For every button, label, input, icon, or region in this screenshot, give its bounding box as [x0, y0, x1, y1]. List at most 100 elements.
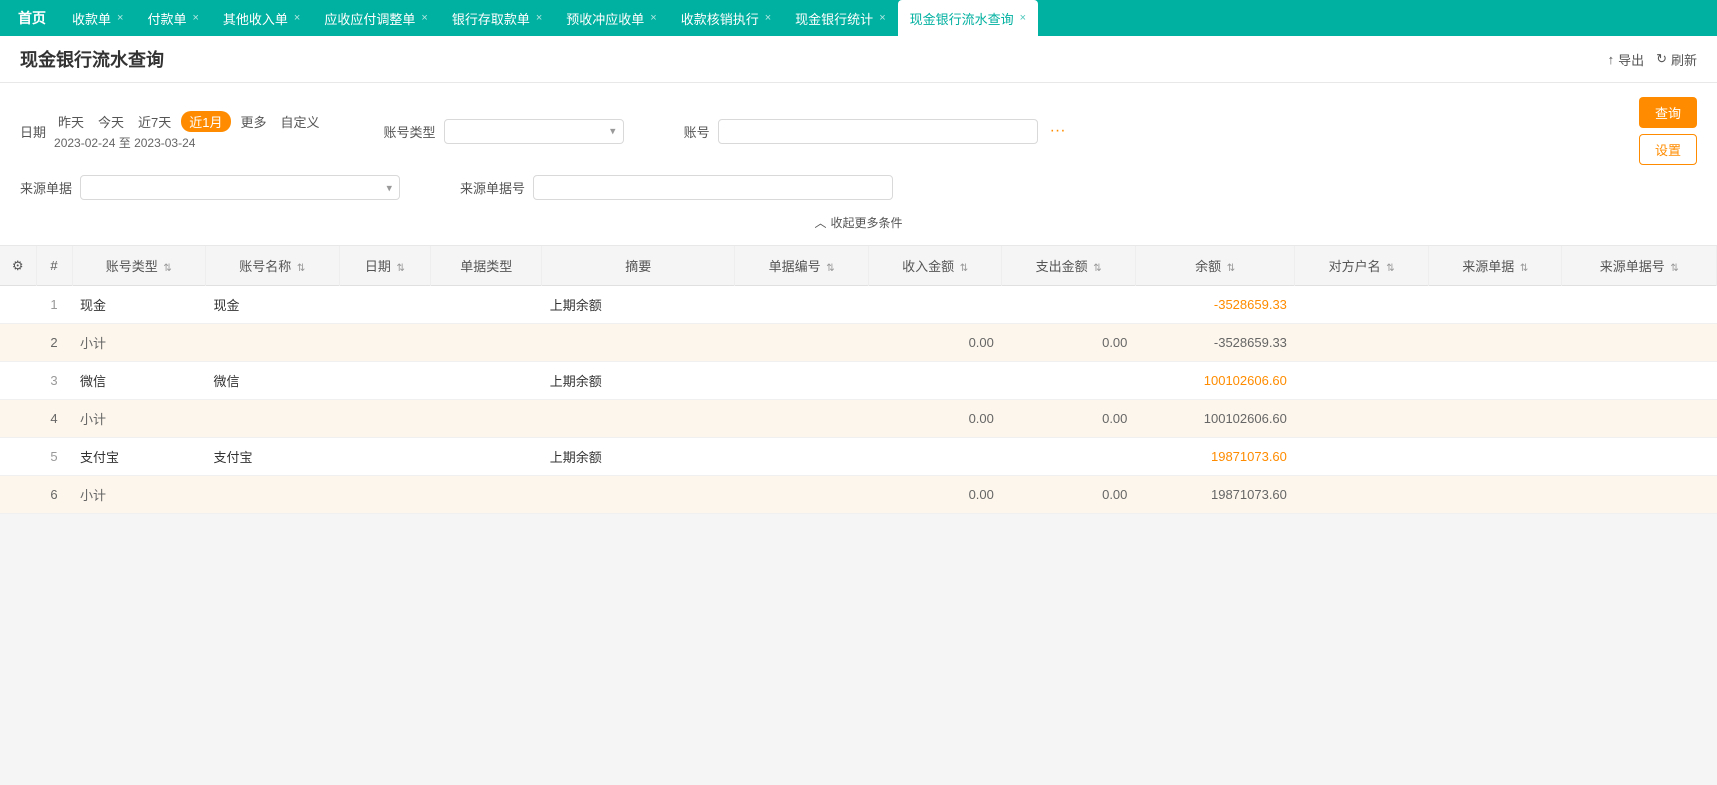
row-expense	[1002, 362, 1136, 400]
row-gear	[0, 324, 36, 362]
date-opt-7days[interactable]: 近7天	[134, 111, 175, 132]
row-index: 1	[36, 286, 72, 324]
table-header-row: ⚙ # 账号类型 ⇅ 账号名称 ⇅ 日期 ⇅ 单据类型 摘要 单据编号 ⇅ 收入…	[0, 246, 1717, 286]
row-counterparty	[1295, 476, 1429, 514]
row-source-doc	[1428, 362, 1562, 400]
nav-tab-收款核销执行[interactable]: 收款核销执行 ×	[669, 0, 783, 36]
export-icon: ↑	[1608, 52, 1615, 67]
source-doc-label: 来源单据	[20, 178, 72, 197]
row-date	[339, 362, 431, 400]
nav-tab-现金银行流水查询[interactable]: 现金银行流水查询 ×	[898, 0, 1038, 36]
row-doc-no	[735, 438, 869, 476]
col-date[interactable]: 日期 ⇅	[339, 246, 431, 286]
close-icon[interactable]: ×	[536, 12, 542, 24]
row-date	[339, 286, 431, 324]
row-income	[868, 362, 1002, 400]
filter-actions: 查询 设置	[1639, 97, 1697, 165]
date-range: 2023-02-24 至 2023-03-24	[54, 134, 324, 151]
nav-tab-收款单[interactable]: 收款单 ×	[60, 0, 135, 36]
col-income[interactable]: 收入金额 ⇅	[868, 246, 1002, 286]
close-icon[interactable]: ×	[879, 12, 885, 24]
date-opt-custom[interactable]: 自定义	[277, 111, 324, 132]
row-account-type: 小计	[72, 324, 206, 362]
row-date	[339, 438, 431, 476]
collapse-bar[interactable]: ︿ 收起更多条件	[20, 210, 1697, 235]
row-income: 0.00	[868, 400, 1002, 438]
col-account-type[interactable]: 账号类型 ⇅	[72, 246, 206, 286]
col-source-doc-no[interactable]: 来源单据号 ⇅	[1562, 246, 1717, 286]
table-row: 2小计0.000.00-3528659.33	[0, 324, 1717, 362]
row-counterparty	[1295, 362, 1429, 400]
nav-tab-应收应付调整单[interactable]: 应收应付调整单 ×	[312, 0, 439, 36]
row-gear	[0, 362, 36, 400]
table-container: ⚙ # 账号类型 ⇅ 账号名称 ⇅ 日期 ⇅ 单据类型 摘要 单据编号 ⇅ 收入…	[0, 246, 1717, 514]
account-no-label: 账号	[684, 122, 710, 141]
row-source-doc-no	[1562, 324, 1717, 362]
row-income: 0.00	[868, 476, 1002, 514]
close-icon[interactable]: ×	[117, 12, 123, 24]
row-doc-no	[735, 476, 869, 514]
row-index: 5	[36, 438, 72, 476]
close-icon[interactable]: ×	[294, 12, 300, 24]
table-row: 4小计0.000.00100102606.60	[0, 400, 1717, 438]
nav-tab-银行存取款单[interactable]: 银行存取款单 ×	[440, 0, 554, 36]
collapse-label: 收起更多条件	[831, 214, 903, 231]
col-gear[interactable]: ⚙	[0, 246, 36, 286]
nav-tab-其他收入单[interactable]: 其他收入单 ×	[211, 0, 312, 36]
row-source-doc	[1428, 438, 1562, 476]
page-title: 现金银行流水查询	[20, 46, 164, 72]
date-filter-group: 日期 昨天 今天 近7天 近1月 更多 自定义 2023-02-24 至 202…	[20, 111, 324, 151]
close-icon[interactable]: ×	[192, 12, 198, 24]
row-summary	[542, 324, 735, 362]
nav-home[interactable]: 首页	[4, 8, 60, 28]
account-no-more-button[interactable]: ···	[1046, 122, 1070, 140]
date-opt-1month[interactable]: 近1月	[181, 111, 230, 132]
row-summary	[542, 476, 735, 514]
row-date	[339, 400, 431, 438]
row-account-name: 微信	[206, 362, 340, 400]
refresh-button[interactable]: ↻ 刷新	[1656, 50, 1697, 69]
row-source-doc	[1428, 400, 1562, 438]
col-index: #	[36, 246, 72, 286]
row-index: 6	[36, 476, 72, 514]
close-icon[interactable]: ×	[1020, 12, 1026, 24]
nav-tab-现金银行统计[interactable]: 现金银行统计 ×	[783, 0, 897, 36]
nav-tab-预收冲应收单[interactable]: 预收冲应收单 ×	[554, 0, 668, 36]
date-opt-more[interactable]: 更多	[237, 111, 271, 132]
date-label: 日期	[20, 122, 46, 141]
account-type-select[interactable]	[444, 119, 624, 144]
date-options: 昨天 今天 近7天 近1月 更多 自定义	[54, 111, 324, 132]
col-expense[interactable]: 支出金额 ⇅	[1002, 246, 1136, 286]
row-doc-no	[735, 362, 869, 400]
row-counterparty	[1295, 286, 1429, 324]
row-gear	[0, 286, 36, 324]
row-income	[868, 286, 1002, 324]
row-gear	[0, 400, 36, 438]
close-icon[interactable]: ×	[650, 12, 656, 24]
close-icon[interactable]: ×	[421, 12, 427, 24]
table-row: 1现金现金上期余额-3528659.33	[0, 286, 1717, 324]
date-opt-today[interactable]: 今天	[94, 111, 128, 132]
row-index: 2	[36, 324, 72, 362]
row-account-type: 现金	[72, 286, 206, 324]
query-button[interactable]: 查询	[1639, 97, 1697, 128]
col-balance[interactable]: 余额 ⇅	[1135, 246, 1295, 286]
col-summary: 摘要	[542, 246, 735, 286]
row-doc-no	[735, 400, 869, 438]
row-source-doc	[1428, 286, 1562, 324]
col-doc-no[interactable]: 单据编号 ⇅	[735, 246, 869, 286]
account-no-input[interactable]	[718, 119, 1038, 144]
date-opt-yesterday[interactable]: 昨天	[54, 111, 88, 132]
source-doc-no-input[interactable]	[533, 175, 893, 200]
col-account-name[interactable]: 账号名称 ⇅	[206, 246, 340, 286]
settings-button[interactable]: 设置	[1639, 134, 1697, 165]
row-source-doc-no	[1562, 400, 1717, 438]
source-doc-select[interactable]	[80, 175, 400, 200]
row-account-name: 现金	[206, 286, 340, 324]
close-icon[interactable]: ×	[765, 12, 771, 24]
col-source-doc[interactable]: 来源单据 ⇅	[1428, 246, 1562, 286]
export-button[interactable]: ↑ 导出	[1608, 50, 1645, 69]
col-counterparty[interactable]: 对方户名 ⇅	[1295, 246, 1429, 286]
nav-tab-付款单[interactable]: 付款单 ×	[135, 0, 210, 36]
row-account-type: 小计	[72, 476, 206, 514]
